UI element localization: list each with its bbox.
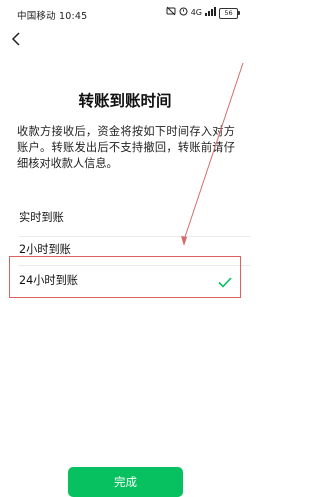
done-button[interactable]: 完成 — [68, 467, 183, 497]
annotation-arrow — [181, 62, 244, 246]
